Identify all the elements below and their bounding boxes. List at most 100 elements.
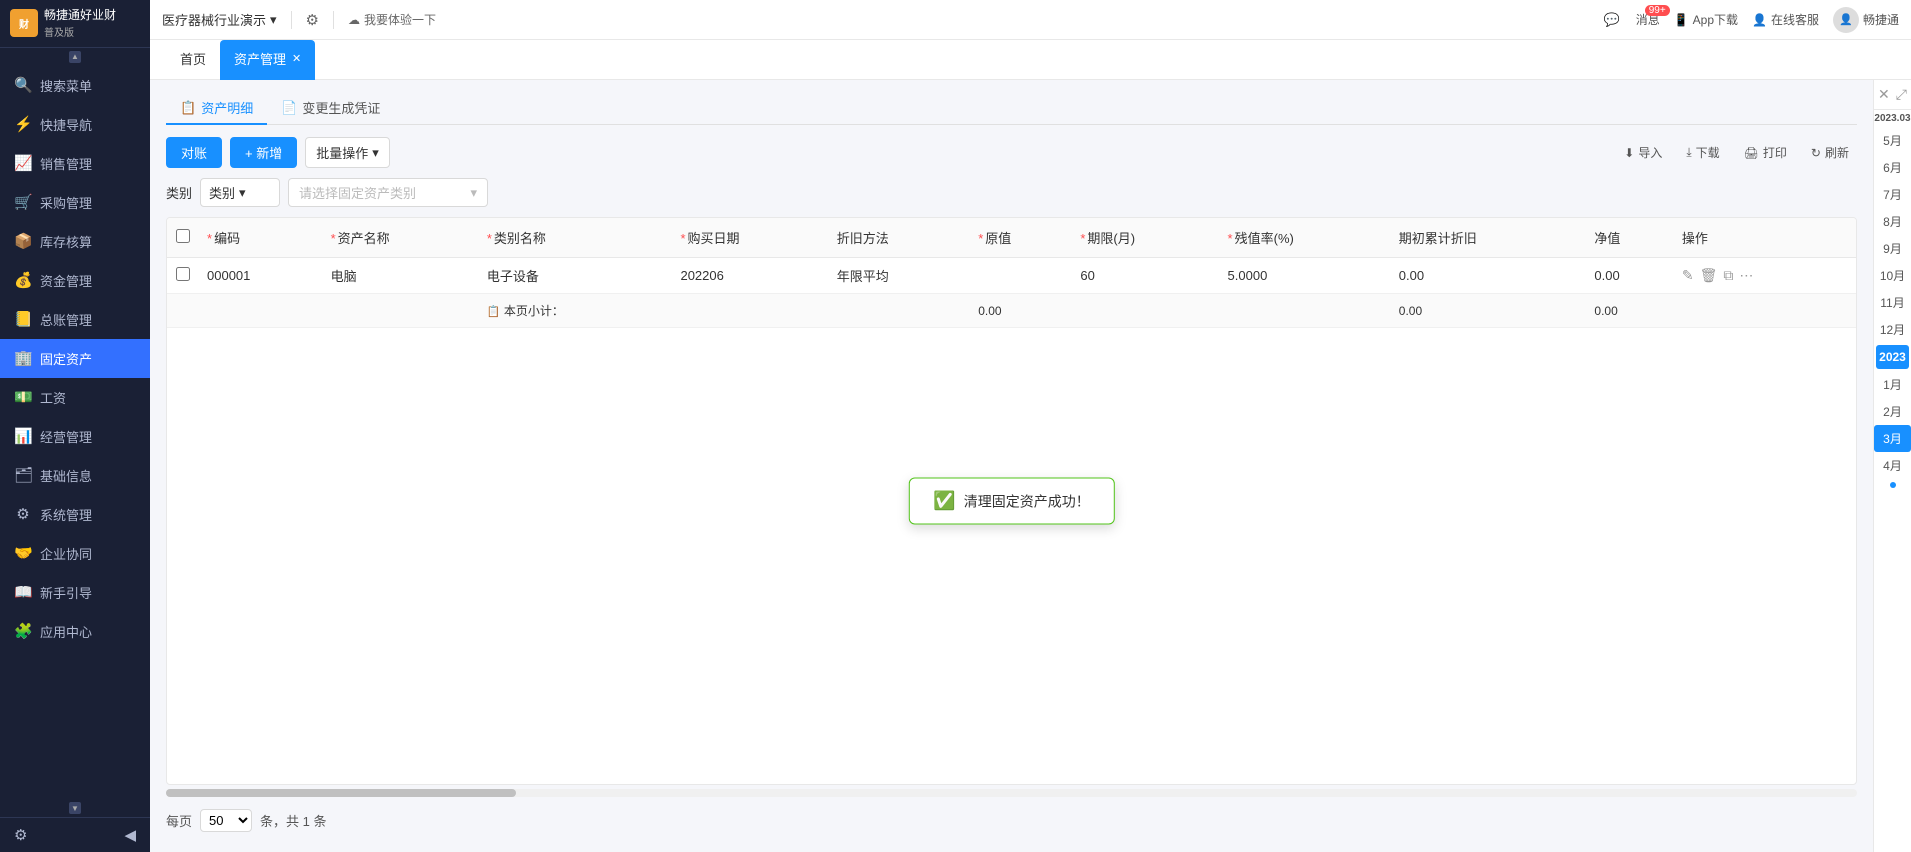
month-10[interactable]: 10月 (1874, 262, 1911, 289)
month-5[interactable]: 5月 (1874, 127, 1911, 154)
sidebar-item-ledger[interactable]: 📒 总账管理 (0, 300, 150, 339)
experience-btn[interactable]: ☁ 我要体验一下 (348, 11, 436, 28)
sub-tab-detail[interactable]: 📋 资产明细 (166, 92, 267, 125)
filter-row: 类别 类别 ▾ 请选择固定资产类别 ▾ (166, 178, 1857, 207)
sidebar-item-guide[interactable]: 📖 新手引导 (0, 573, 150, 612)
header-name: *资产名称 (323, 218, 479, 258)
sidebar-item-cooperation[interactable]: 🤝 企业协同 (0, 534, 150, 573)
sidebar-scroll-down[interactable]: ▼ (69, 802, 81, 814)
print-btn[interactable]: 🖨 打印 (1736, 140, 1795, 165)
table-scrollbar[interactable] (166, 789, 1857, 797)
panel-close-icon[interactable]: ✕ (1878, 86, 1890, 103)
right-panel-header: ✕ ⤢ (1874, 80, 1911, 110)
voucher-tab-icon: 📄 (281, 100, 297, 116)
subtotal-initial: 0.00 (1391, 294, 1587, 328)
notification-btn[interactable]: 💬 99+ 消息 (1604, 11, 1660, 28)
cloud-icon: ☁ (348, 13, 360, 27)
year-2023-label: 2023 (1876, 345, 1909, 369)
total-text: 条，共 1 条 (260, 811, 326, 830)
scrollbar-thumb[interactable] (166, 789, 516, 797)
panel-year-label: 2023.03 (1874, 110, 1910, 127)
sidebar-item-label: 基础信息 (40, 466, 92, 485)
month-6[interactable]: 6月 (1874, 154, 1911, 181)
sidebar-item-purchase[interactable]: 🛒 采购管理 (0, 183, 150, 222)
row-checkbox-cell (167, 258, 199, 294)
sidebar-item-inventory[interactable]: 📦 库存核算 (0, 222, 150, 261)
header-original-value: *原值 (970, 218, 1072, 258)
sidebar-scroll-up[interactable]: ▲ (69, 51, 81, 63)
download-btn[interactable]: ⤓ 下载 (1678, 140, 1727, 165)
subtotal-original: 0.00 (970, 294, 1072, 328)
sidebar-item-funds[interactable]: 💰 资金管理 (0, 261, 150, 300)
assets-icon: 🏢 (14, 349, 32, 367)
month-8[interactable]: 8月 (1874, 208, 1911, 235)
sidebar-item-system[interactable]: ⚙ 系统管理 (0, 495, 150, 534)
month-7[interactable]: 7月 (1874, 181, 1911, 208)
header-purchase-date: *购买日期 (672, 218, 828, 258)
category-select[interactable]: 类别 ▾ (200, 178, 280, 207)
per-page-select[interactable]: 50 10 20 100 (200, 809, 252, 832)
import-btn[interactable]: ⬇ 导入 (1616, 140, 1670, 165)
header-depreciation: 折旧方法 (829, 218, 971, 258)
topbar-divider2 (333, 11, 334, 29)
sidebar-item-label: 采购管理 (40, 193, 92, 212)
sidebar-item-search[interactable]: 🔍 搜索菜单 (0, 66, 150, 105)
panel-expand-icon[interactable]: ⤢ (1896, 86, 1907, 103)
header-action: 操作 (1674, 218, 1856, 258)
action-icons: ✎ 🗑 ⧉ ⋯ (1682, 267, 1848, 284)
company-selector[interactable]: 医疗器械行业演示 ▾ (162, 10, 277, 29)
sidebar-item-basic[interactable]: 🗂 基础信息 (0, 456, 150, 495)
collapse-icon[interactable]: ◀ (124, 826, 136, 844)
user-profile[interactable]: 👤 畅捷通 (1833, 7, 1899, 33)
select-all-checkbox[interactable] (176, 229, 190, 243)
sidebar-item-payroll[interactable]: 💵 工资 (0, 378, 150, 417)
tab-home[interactable]: 首页 (166, 40, 220, 80)
sub-tab-voucher[interactable]: 📄 变更生成凭证 (267, 92, 394, 125)
tab-assets[interactable]: 资产管理 ✕ (220, 40, 315, 80)
new-btn[interactable]: + 新增 (230, 137, 297, 168)
print-icon: 🖨 (1744, 146, 1759, 160)
subtotal-row: 📋 本页小计： 0.00 0.00 0.00 (167, 294, 1856, 328)
table-row: 000001 电脑 电子设备 202206 年限平均 60 5.0000 0.0… (167, 258, 1856, 294)
settings-icon[interactable]: ⚙ (14, 826, 27, 844)
delete-icon[interactable]: 🗑 (1700, 267, 1718, 284)
tabs-bar: 首页 资产管理 ✕ (150, 40, 1911, 80)
payroll-icon: 💵 (14, 388, 32, 406)
month-2[interactable]: 2月 (1874, 398, 1911, 425)
operations-icon: 📊 (14, 427, 32, 445)
month-12[interactable]: 12月 (1874, 316, 1911, 343)
sidebar-item-label: 工资 (40, 388, 66, 407)
refresh-btn[interactable]: ↻ 刷新 (1803, 140, 1857, 165)
toolbar: 对账 + 新增 批量操作 ▾ ⬇ 导入 ⤓ 下载 🖨 (166, 137, 1857, 168)
copy-icon[interactable]: ⧉ (1723, 267, 1733, 284)
sidebar-item-sales[interactable]: 📈 销售管理 (0, 144, 150, 183)
month-3-active[interactable]: 3月 (1874, 425, 1911, 452)
month-11[interactable]: 11月 (1874, 289, 1911, 316)
header-period: *期限(月) (1072, 218, 1219, 258)
sidebar-item-label: 资金管理 (40, 271, 92, 290)
notification-badge: 99+ (1645, 5, 1670, 16)
edit-icon[interactable]: ✎ (1682, 267, 1694, 284)
sidebar-item-operations[interactable]: 📊 经营管理 (0, 417, 150, 456)
tab-close-icon[interactable]: ✕ (292, 52, 301, 65)
month-4[interactable]: 4月 (1874, 452, 1911, 479)
sidebar-item-label: 销售管理 (40, 154, 92, 173)
pagination: 每页 50 10 20 100 条，共 1 条 (166, 801, 1857, 840)
sidebar-item-quicknav[interactable]: ⚡ 快捷导航 (0, 105, 150, 144)
sidebar-item-apps[interactable]: 🧩 应用中心 (0, 612, 150, 651)
month-1[interactable]: 1月 (1874, 371, 1911, 398)
app-download-btn[interactable]: 📱 App下载 (1674, 11, 1738, 28)
sidebar-item-assets[interactable]: 🏢 固定资产 (0, 339, 150, 378)
online-service-btn[interactable]: 👤 在线客服 (1752, 11, 1819, 28)
cell-action: ✎ 🗑 ⧉ ⋯ (1674, 258, 1856, 294)
month-9[interactable]: 9月 (1874, 235, 1911, 262)
account-btn[interactable]: 对账 (166, 137, 222, 168)
batch-btn[interactable]: 批量操作 ▾ (305, 137, 390, 168)
service-icon: 👤 (1752, 13, 1767, 27)
category-input[interactable]: 请选择固定资产类别 ▾ (288, 178, 488, 207)
topbar-setting-icon[interactable]: ⚙ (306, 11, 319, 29)
row-checkbox[interactable] (176, 267, 190, 281)
import-icon: ⬇ (1624, 146, 1634, 160)
more-icon[interactable]: ⋯ (1739, 267, 1753, 284)
sidebar-nav: 🔍 搜索菜单 ⚡ 快捷导航 📈 销售管理 🛒 采购管理 📦 库存核算 💰 资金管… (0, 66, 150, 799)
